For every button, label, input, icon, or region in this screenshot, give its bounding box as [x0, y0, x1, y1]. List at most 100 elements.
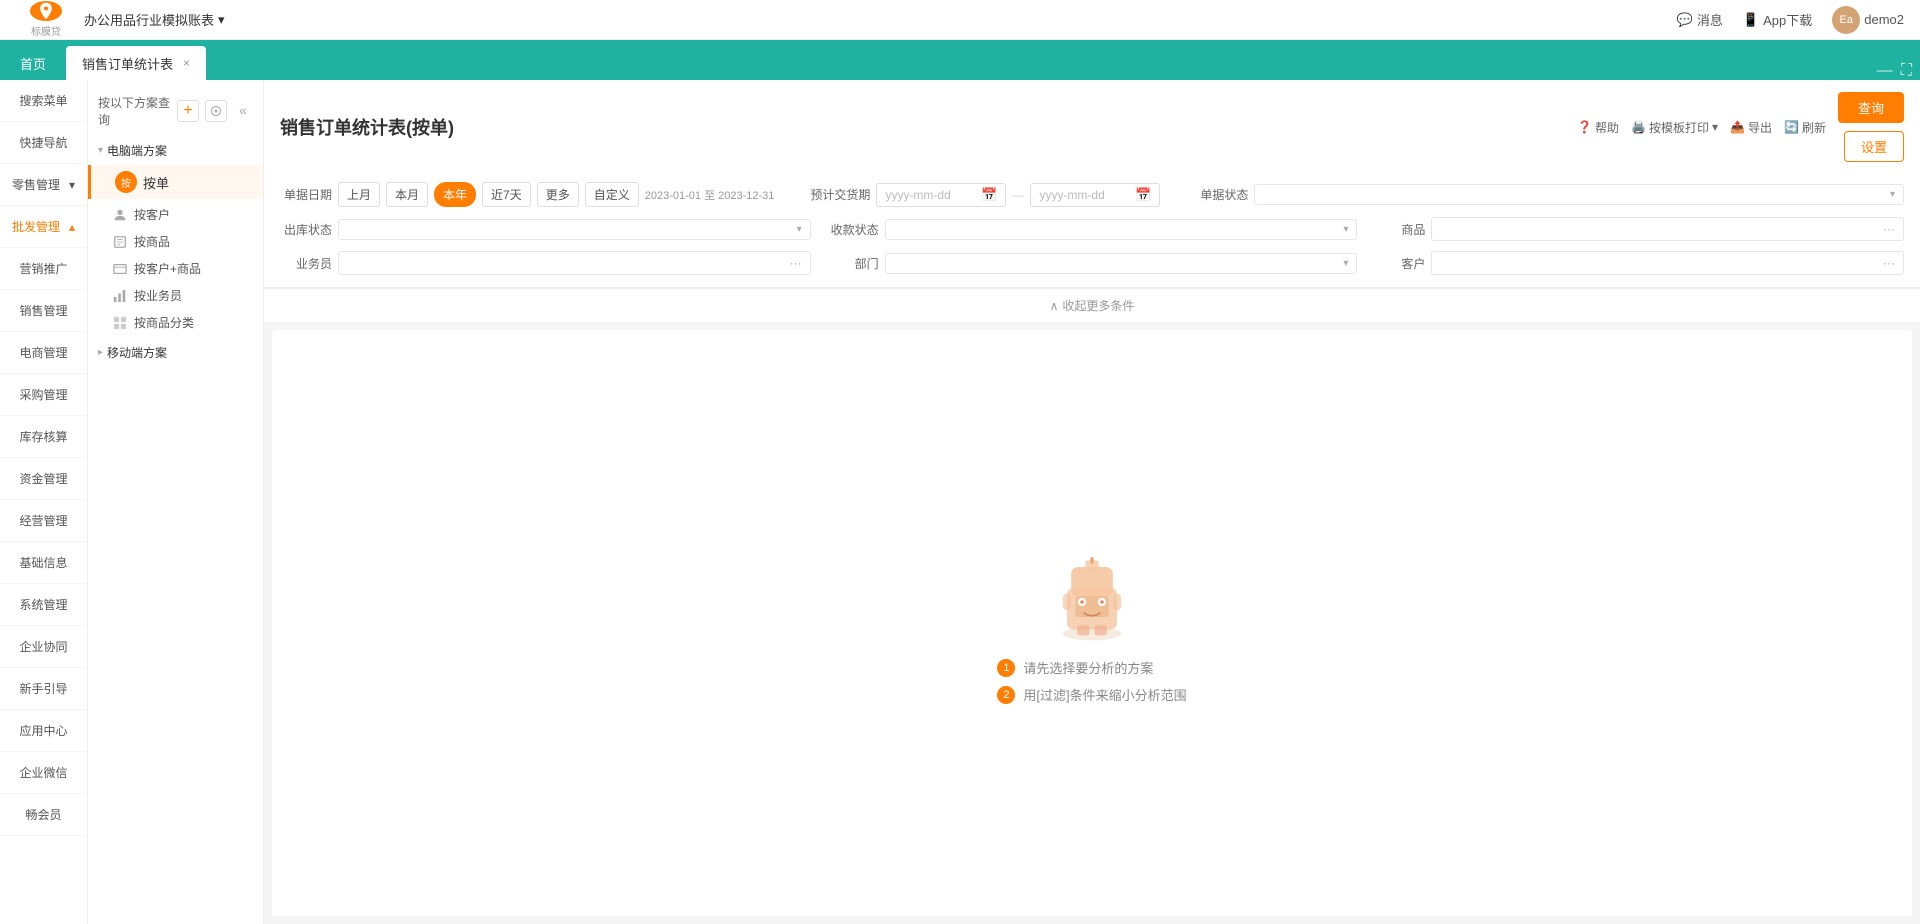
- sidebar-item-search[interactable]: 搜索菜单: [0, 80, 87, 122]
- purchase-label: 采购管理: [19, 388, 67, 402]
- out-status-select[interactable]: ▾: [338, 219, 811, 240]
- expected-date-end[interactable]: yyyy-mm-dd 📅: [1030, 183, 1160, 207]
- salesperson-dots: ···: [790, 256, 802, 270]
- customer-dots: ···: [1883, 256, 1895, 270]
- out-status-label: 出库状态: [280, 221, 332, 238]
- app-selector[interactable]: 办公用品行业模拟账表 ▾: [84, 10, 225, 29]
- scheme-item-by-goods[interactable]: 按商品: [88, 228, 263, 255]
- sidebar: 搜索菜单 快捷导航 零售管理 ▾ 批发管理 ▴ 营销推广 销售管理 电商管理 采: [0, 80, 88, 924]
- scheme-group-mobile-header[interactable]: ▸ 移动端方案: [88, 340, 263, 365]
- setup-btn[interactable]: 设置: [1844, 131, 1904, 162]
- message-icon: 💬: [1677, 12, 1693, 28]
- goods-select[interactable]: ···: [1431, 217, 1904, 241]
- date-btn-more[interactable]: 更多: [537, 182, 579, 207]
- sidebar-item-wholesale[interactable]: 批发管理 ▴: [0, 206, 87, 248]
- sidebar-item-operation[interactable]: 经营管理: [0, 500, 87, 542]
- collapse-panel-btn[interactable]: «: [233, 100, 253, 120]
- app-download-label: App下载: [1763, 10, 1812, 29]
- appcenter-label: 应用中心: [19, 724, 67, 738]
- message-btn[interactable]: 💬 消息: [1677, 10, 1723, 29]
- shortcuts-label: 快捷导航: [19, 136, 67, 150]
- active-tab-label: 销售订单统计表: [82, 54, 173, 73]
- tip-num-2: 2: [997, 686, 1015, 704]
- date-btn-custom[interactable]: 自定义: [585, 182, 639, 207]
- logo-icon: [30, 1, 62, 21]
- sidebar-item-inventory[interactable]: 库存核算: [0, 416, 87, 458]
- home-tab-label: 首页: [20, 54, 46, 73]
- payment-status-select[interactable]: ▾: [885, 219, 1358, 240]
- scheme-item-by-order[interactable]: 按 按单: [88, 165, 263, 199]
- message-label: 消息: [1697, 10, 1723, 29]
- expected-date-label: 预计交货期: [810, 186, 870, 203]
- edit-scheme-btn[interactable]: [205, 100, 227, 122]
- tab-right-buttons: — ⛶: [1877, 62, 1920, 80]
- wechat-label: 企业微信: [19, 766, 67, 780]
- status-select[interactable]: ▾: [1254, 184, 1904, 205]
- filter-row-2: 出库状态 ▾ 收款状态 ▾: [280, 217, 1904, 241]
- avatar: Ea: [1832, 6, 1860, 34]
- sidebar-item-wechat[interactable]: 企业微信: [0, 752, 87, 794]
- sidebar-item-system[interactable]: 系统管理: [0, 584, 87, 626]
- scheme-item-by-category[interactable]: 按商品分类: [88, 309, 263, 336]
- date-btn-this-year[interactable]: 本年: [434, 182, 476, 207]
- content-area: 按以下方案查询 + « ▾ 电脑端方案 按 按单: [88, 80, 1920, 924]
- sidebar-item-finance[interactable]: 资金管理: [0, 458, 87, 500]
- customer-goods-icon: [112, 261, 128, 277]
- sidebar-item-ecommerce[interactable]: 电商管理: [0, 332, 87, 374]
- wholesale-label: 批发管理: [12, 218, 60, 235]
- expected-date-start[interactable]: yyyy-mm-dd 📅: [876, 183, 1006, 207]
- sidebar-item-marketing[interactable]: 营销推广: [0, 248, 87, 290]
- help-btn[interactable]: ❓ 帮助: [1577, 119, 1619, 136]
- scheme-item-by-salesperson[interactable]: 按业务员: [88, 282, 263, 309]
- by-salesperson-label: 按业务员: [134, 287, 182, 304]
- scheme-group-mobile: ▸ 移动端方案: [88, 340, 263, 365]
- date-btn-7days[interactable]: 近7天: [482, 182, 531, 207]
- empty-tip-1: 1 请先选择要分析的方案: [997, 658, 1186, 677]
- scheme-item-by-customer-goods[interactable]: 按客户+商品: [88, 255, 263, 282]
- empty-state: 1 请先选择要分析的方案 2 用[过滤]条件来缩小分析范围: [272, 330, 1912, 916]
- sidebar-item-retail[interactable]: 零售管理 ▾: [0, 164, 87, 206]
- customer-input[interactable]: ···: [1431, 251, 1904, 275]
- add-scheme-btn[interactable]: +: [177, 100, 199, 122]
- sales-label: 销售管理: [19, 304, 67, 318]
- mobile-group-label: 移动端方案: [107, 344, 167, 361]
- logo-svg: [36, 1, 56, 21]
- mobile-group-arrow: ▸: [98, 347, 103, 358]
- tab-close-icon[interactable]: ×: [183, 56, 190, 70]
- date-range-display: 2023-01-01 至 2023-12-31: [645, 187, 775, 203]
- app-download-btn[interactable]: 📱 App下载: [1743, 10, 1812, 29]
- scheme-item-by-customer[interactable]: 按客户: [88, 201, 263, 228]
- sidebar-item-purchase[interactable]: 采购管理: [0, 374, 87, 416]
- scheme-group-pc-header[interactable]: ▾ 电脑端方案: [88, 138, 263, 163]
- refresh-btn[interactable]: 🔄 刷新: [1784, 119, 1826, 136]
- user-menu[interactable]: Ea demo2: [1832, 6, 1904, 34]
- query-btn[interactable]: 查询: [1838, 92, 1904, 123]
- sidebar-item-shortcuts[interactable]: 快捷导航: [0, 122, 87, 164]
- marketing-label: 营销推广: [19, 262, 67, 276]
- print-btn[interactable]: 🖨️ 按模板打印 ▾: [1631, 119, 1718, 136]
- tab-active[interactable]: 销售订单统计表 ×: [66, 46, 206, 80]
- sidebar-item-sales[interactable]: 销售管理: [0, 290, 87, 332]
- vip-label: 畅会员: [25, 808, 61, 822]
- collapse-bar[interactable]: ∧ 收起更多条件: [264, 288, 1920, 322]
- sidebar-item-basic[interactable]: 基础信息: [0, 542, 87, 584]
- help-icon: ❓: [1577, 120, 1592, 134]
- sidebar-item-newbie[interactable]: 新手引导: [0, 668, 87, 710]
- salesperson-input[interactable]: ···: [338, 251, 811, 275]
- date-btn-this-month[interactable]: 本月: [386, 182, 428, 207]
- inventory-label: 库存核算: [19, 430, 67, 444]
- customer-group: 客户 ···: [1373, 251, 1904, 275]
- retail-inner: 零售管理 ▾: [0, 176, 87, 193]
- left-panel: 按以下方案查询 + « ▾ 电脑端方案 按 按单: [88, 80, 264, 924]
- date-btn-last-month[interactable]: 上月: [338, 182, 380, 207]
- maximize-btn[interactable]: ⛶: [1901, 62, 1912, 80]
- sidebar-item-enterprise[interactable]: 企业协同: [0, 626, 87, 668]
- export-btn[interactable]: 📤 导出: [1730, 119, 1772, 136]
- department-select[interactable]: ▾: [885, 253, 1358, 274]
- by-customer-goods-label: 按客户+商品: [134, 260, 201, 277]
- sidebar-item-vip[interactable]: 畅会员: [0, 794, 87, 836]
- minimize-btn[interactable]: —: [1877, 62, 1893, 80]
- payment-status-arrow: ▾: [1343, 224, 1348, 235]
- sidebar-item-appcenter[interactable]: 应用中心: [0, 710, 87, 752]
- tab-home[interactable]: 首页: [4, 46, 62, 80]
